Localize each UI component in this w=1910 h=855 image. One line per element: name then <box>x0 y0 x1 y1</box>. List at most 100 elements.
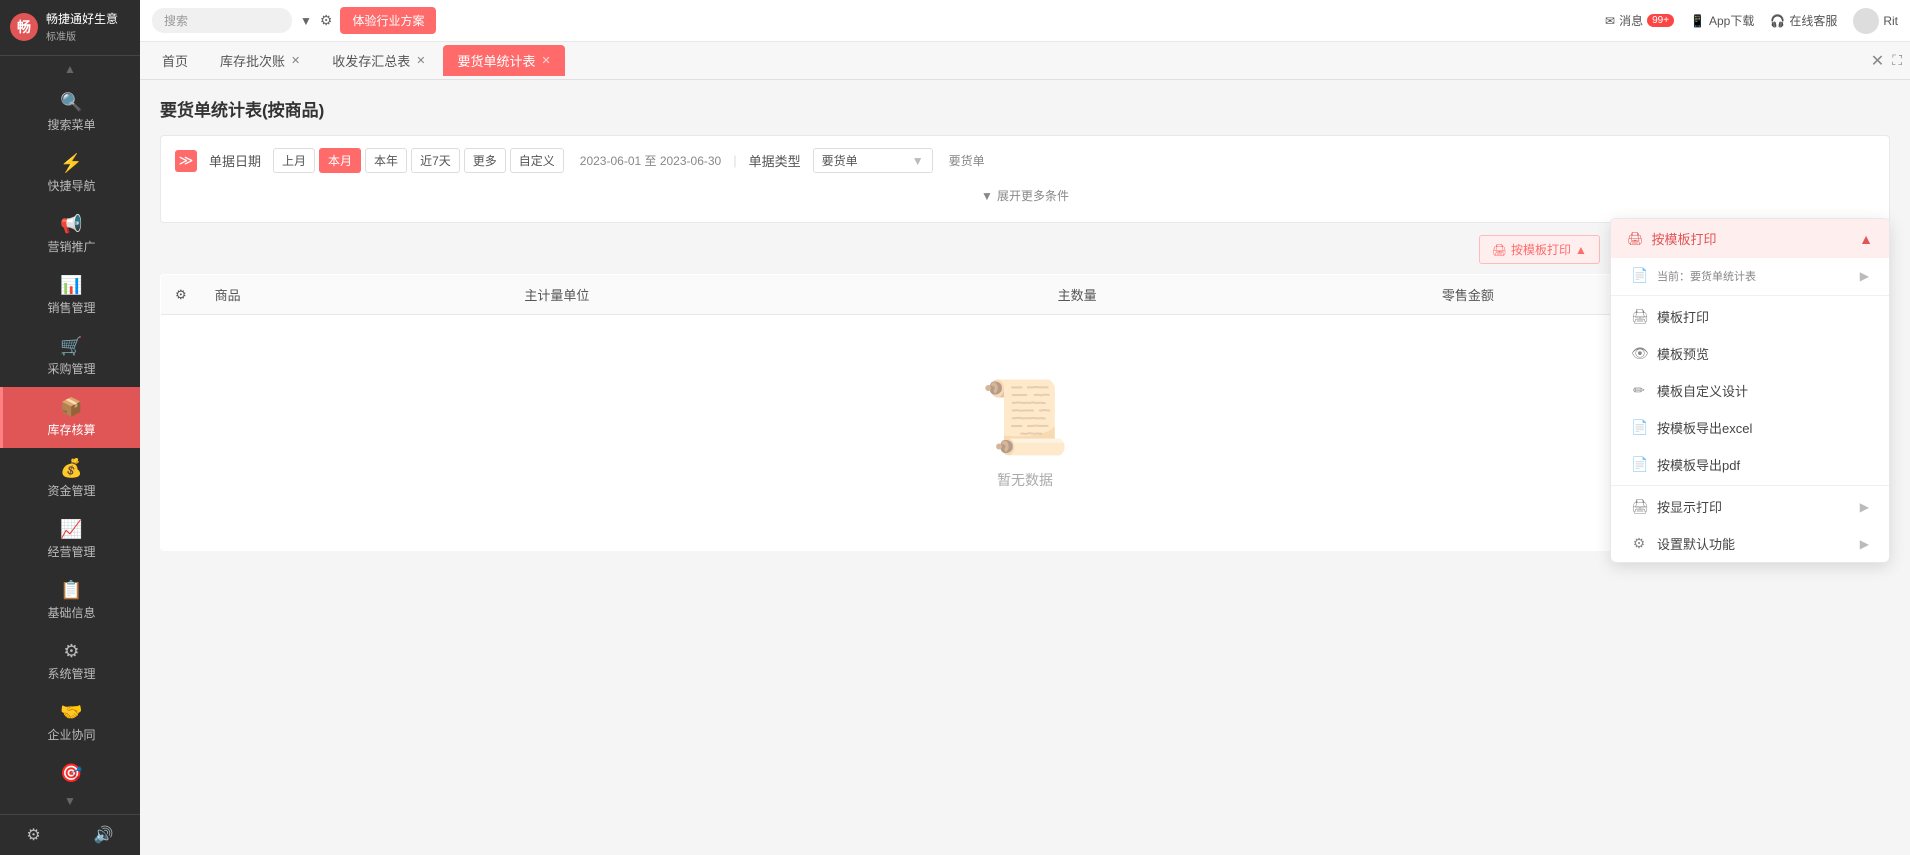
sidebar-item-label-basic: 基础信息 <box>47 604 95 621</box>
message-badge: 99+ <box>1647 14 1674 27</box>
sidebar-item-label-operations: 经营管理 <box>47 543 95 560</box>
filter-bar: ≫ 单据日期 上月本月本年近7天更多自定义 2023-06-01 至 2023-… <box>160 135 1890 223</box>
message-btn[interactable]: ✉ 消息 99+ <box>1605 12 1674 29</box>
display-print-label: 按显示打印 <box>1657 497 1722 516</box>
message-icon: ✉ <box>1605 14 1615 28</box>
trial-button[interactable]: 体验行业方案 <box>340 7 436 34</box>
user-area[interactable]: Rit <box>1853 8 1898 34</box>
close-all-tabs-icon[interactable]: ✕ <box>1871 51 1884 71</box>
dropdown-export-excel[interactable]: 📄 按模板导出excel <box>1611 409 1889 446</box>
date-btn-本年[interactable]: 本年 <box>365 148 407 173</box>
dropdown-default-func[interactable]: ⚙ 设置默认功能 ▶ <box>1611 525 1889 562</box>
online-service-btn[interactable]: 🎧 在线客服 <box>1770 12 1837 29</box>
sidebar: 畅 畅捷通好生意 标准版 ▲ 🔍 搜索菜单 ⚡ 快捷导航 📢 营销推广 📊 销售… <box>0 0 140 855</box>
template-preview-label: 模板预览 <box>1657 344 1709 363</box>
sound-bottom-icon[interactable]: 🔊 <box>94 825 114 845</box>
sidebar-item-marketing[interactable]: 📢 营销推广 <box>0 204 140 265</box>
dropdown-divider-1 <box>1611 295 1889 296</box>
date-btn-近7天[interactable]: 近7天 <box>411 148 460 173</box>
sidebar-nav: 🔍 搜索菜单 ⚡ 快捷导航 📢 营销推广 📊 销售管理 🛒 采购管理 📦 库存核… <box>0 82 140 788</box>
print-template-button[interactable]: 🖨 按模板打印 ▲ <box>1479 235 1600 264</box>
tab-summary[interactable]: 收发存汇总表✕ <box>318 45 439 76</box>
search-bar[interactable]: 搜索 <box>152 8 292 33</box>
date-btn-本月[interactable]: 本月 <box>319 148 361 173</box>
filter-toggle-button[interactable]: ≫ <box>175 150 197 172</box>
current-item-icon: 📄 <box>1631 267 1647 284</box>
export-pdf-icon: 📄 <box>1631 456 1647 473</box>
app-version: 标准版 <box>46 28 118 43</box>
dropdown-header[interactable]: 🖨 按模板打印 ▲ <box>1611 219 1889 258</box>
dropdown-divider-2 <box>1611 485 1889 486</box>
topbar-gear-icon[interactable]: ⚙ <box>320 12 333 29</box>
default-func-arrow: ▶ <box>1860 537 1869 551</box>
dropdown-display-print[interactable]: 🖨 按显示打印 ▶ <box>1611 488 1889 525</box>
dropdown-current-item[interactable]: 📄 当前：要货单统计表 ▶ <box>1611 258 1889 293</box>
system-icon: ⚙ <box>63 641 79 662</box>
settings-bottom-icon[interactable]: ⚙ <box>26 825 40 845</box>
sidebar-item-finance[interactable]: 💰 资金管理 <box>0 448 140 509</box>
date-btn-更多[interactable]: 更多 <box>464 148 506 173</box>
topbar-dropdown-icon[interactable]: ▼ <box>300 14 312 28</box>
sidebar-item-purchase[interactable]: 🛒 采购管理 <box>0 326 140 387</box>
dropdown-export-pdf[interactable]: 📄 按模板导出pdf <box>1611 446 1889 483</box>
tab-batch[interactable]: 库存批次账 ✕ <box>206 45 314 76</box>
user-name: Rit <box>1883 14 1898 28</box>
search-icon: 🔍 <box>60 92 82 113</box>
inventory-icon: 📦 <box>60 397 82 418</box>
online-service-label: 在线客服 <box>1789 12 1837 29</box>
sidebar-item-operations[interactable]: 📈 经营管理 <box>0 509 140 570</box>
empty-text: 暂无数据 <box>997 470 1053 490</box>
tab-label-home: 首页 <box>162 51 188 70</box>
current-item-label: 当前：要货单统计表 <box>1657 268 1756 284</box>
scroll-down-icon[interactable]: ▼ <box>62 792 78 810</box>
sidebar-item-quicknav[interactable]: ⚡ 快捷导航 <box>0 143 140 204</box>
user-avatar <box>1853 8 1879 34</box>
dropdown-template-preview[interactable]: 👁 模板预览 <box>1611 335 1889 372</box>
topbar: 搜索 ▼ ⚙ 体验行业方案 ✉ 消息 99+ 📱 App下载 🎧 在线客服 Ri… <box>140 0 1910 42</box>
date-btn-自定义[interactable]: 自定义 <box>510 148 564 173</box>
date-btn-上月[interactable]: 上月 <box>273 148 315 173</box>
sidebar-item-guide[interactable]: 🎯 新手引导 <box>0 753 140 788</box>
col-settings[interactable]: ⚙ <box>161 275 201 315</box>
dropdown-template-design[interactable]: ✏ 模板自定义设计 <box>1611 372 1889 409</box>
dropdown-print-icon: 🖨 <box>1627 231 1644 247</box>
sidebar-item-sales[interactable]: 📊 销售管理 <box>0 265 140 326</box>
tab-home[interactable]: 首页 <box>148 45 202 76</box>
template-design-label: 模板自定义设计 <box>1657 381 1748 400</box>
type-select[interactable]: 要货单 ▼ <box>813 148 933 173</box>
scroll-down-btn[interactable]: ▼ <box>0 788 140 814</box>
empty-illustration: 📜 <box>980 375 1070 460</box>
date-range-display: 2023-06-01 至 2023-06-30 <box>580 152 721 169</box>
sidebar-item-label-purchase: 采购管理 <box>47 360 95 377</box>
sidebar-item-inventory[interactable]: 📦 库存核算 <box>0 387 140 448</box>
tab-order-stats[interactable]: 要货单统计表✕ <box>443 45 564 76</box>
app-download-btn[interactable]: 📱 App下载 <box>1690 12 1754 29</box>
sidebar-item-label-inventory: 库存核算 <box>47 421 95 438</box>
expand-tabs-icon[interactable]: ⛶ <box>1892 52 1902 69</box>
main-area: 搜索 ▼ ⚙ 体验行业方案 ✉ 消息 99+ 📱 App下载 🎧 在线客服 Ri… <box>140 0 1910 855</box>
expand-filter-button[interactable]: ▼ 展开更多条件 <box>965 181 1085 210</box>
template-print-label: 模板打印 <box>1657 307 1709 326</box>
print-dropdown-panel: 🖨 按模板打印 ▲ 📄 当前：要货单统计表 ▶ 🖨 模板打印 <box>1610 218 1890 563</box>
guide-icon: 🎯 <box>60 763 82 784</box>
scroll-up-btn[interactable]: ▲ <box>0 56 140 82</box>
tab-close-order-stats[interactable]: ✕ <box>542 54 551 67</box>
dropdown-template-print[interactable]: 🖨 模板打印 <box>1611 298 1889 335</box>
template-design-icon: ✏ <box>1631 382 1647 399</box>
date-buttons: 上月本月本年近7天更多自定义 <box>273 148 564 173</box>
app-download-icon: 📱 <box>1690 14 1705 28</box>
tab-label-batch: 库存批次账 <box>220 51 285 70</box>
tab-close-batch[interactable]: ✕ <box>291 54 300 67</box>
sidebar-item-search[interactable]: 🔍 搜索菜单 <box>0 82 140 143</box>
filter-row: ≫ 单据日期 上月本月本年近7天更多自定义 2023-06-01 至 2023-… <box>175 148 1875 173</box>
sidebar-item-basic[interactable]: 📋 基础信息 <box>0 570 140 631</box>
tab-close-summary[interactable]: ✕ <box>416 54 425 67</box>
sidebar-item-collab[interactable]: 🤝 企业协同 <box>0 692 140 753</box>
date-filter-label: 单据日期 <box>209 151 261 170</box>
scroll-up-icon[interactable]: ▲ <box>62 60 78 78</box>
print-chevron-icon: ▲ <box>1575 243 1587 257</box>
order-label-extra: 要货单 <box>949 152 985 169</box>
sidebar-item-system[interactable]: ⚙ 系统管理 <box>0 631 140 692</box>
dropdown-close-chevron[interactable]: ▲ <box>1859 231 1873 247</box>
default-func-label: 设置默认功能 <box>1657 534 1735 553</box>
